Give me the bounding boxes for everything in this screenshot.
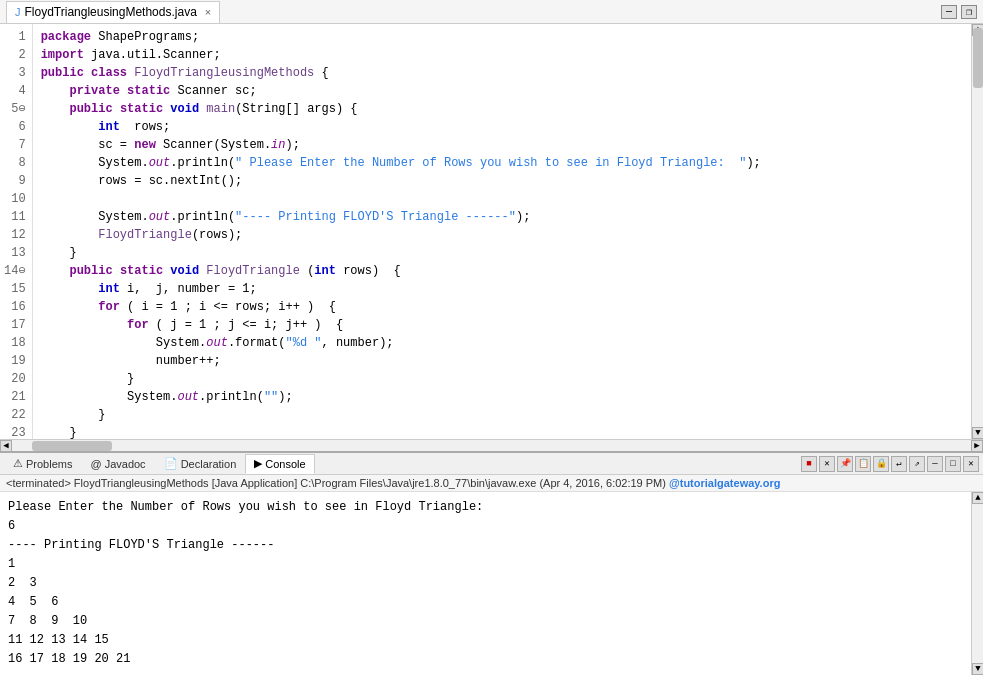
problems-label: Problems <box>26 458 72 470</box>
h-scroll-left-arrow[interactable]: ◀ <box>0 440 12 452</box>
code-content[interactable]: package ShapePrograms; import java.util.… <box>33 24 971 439</box>
console-output: Please Enter the Number of Rows you wish… <box>0 492 971 675</box>
restore-button[interactable]: ❐ <box>961 5 977 19</box>
word-wrap-button[interactable]: ↵ <box>891 456 907 472</box>
h-scroll-right-arrow[interactable]: ▶ <box>971 440 983 452</box>
panel-controls: ■ ✕ 📌 📋 🔒 ↵ ⇗ — □ ✕ <box>801 456 979 472</box>
line-numbers: 1 2 3 4 5⊖ 6 7 8 9 10 11 12 13 14⊖ 15 16… <box>0 24 33 439</box>
tab-problems[interactable]: ⚠ Problems <box>4 454 81 474</box>
declaration-icon: 📄 <box>164 457 178 470</box>
copy-button[interactable]: 📋 <box>855 456 871 472</box>
console-scroll-up-arrow[interactable]: ▲ <box>972 492 983 504</box>
open-console-button[interactable]: ⇗ <box>909 456 925 472</box>
editor-area: 1 2 3 4 5⊖ 6 7 8 9 10 11 12 13 14⊖ 15 16… <box>0 24 983 439</box>
minimize-button[interactable]: — <box>941 5 957 19</box>
clear-button[interactable]: ✕ <box>819 456 835 472</box>
editor-horizontal-scrollbar[interactable]: ◀ ▶ <box>0 439 983 451</box>
bottom-panel: ⚠ Problems @ Javadoc 📄 Declaration ▶ Con… <box>0 451 983 675</box>
panel-maximize-button[interactable]: □ <box>945 456 961 472</box>
console-label: Console <box>265 458 305 470</box>
title-bar: J FloydTriangleusingMethods.java × — ❐ <box>0 0 983 24</box>
scroll-lock-button[interactable]: 🔒 <box>873 456 889 472</box>
declaration-label: Declaration <box>181 458 237 470</box>
scroll-thumb[interactable] <box>973 28 983 88</box>
console-info-bar: <terminated> FloydTriangleusingMethods [… <box>0 475 983 492</box>
editor-tab[interactable]: J FloydTriangleusingMethods.java × <box>6 1 220 23</box>
site-watermark: @tutorialgateway.org <box>669 477 780 489</box>
javadoc-icon: @ <box>90 458 101 470</box>
console-icon: ▶ <box>254 457 262 470</box>
console-output-wrapper: Please Enter the Number of Rows you wish… <box>0 492 983 675</box>
h-scroll-track[interactable] <box>12 441 971 451</box>
tab-close-button[interactable]: × <box>205 6 211 18</box>
h-scroll-thumb[interactable] <box>32 441 112 451</box>
panel-minimize-button[interactable]: — <box>927 456 943 472</box>
panel-close-button[interactable]: ✕ <box>963 456 979 472</box>
console-info-text: <terminated> FloydTriangleusingMethods [… <box>6 477 666 489</box>
terminate-button[interactable]: ■ <box>801 456 817 472</box>
tab-declaration[interactable]: 📄 Declaration <box>155 454 246 474</box>
scroll-down-arrow[interactable]: ▼ <box>972 427 983 439</box>
panel-tabs: ⚠ Problems @ Javadoc 📄 Declaration ▶ Con… <box>0 453 983 475</box>
tab-console[interactable]: ▶ Console <box>245 454 314 474</box>
javadoc-label: Javadoc <box>105 458 146 470</box>
pin-button[interactable]: 📌 <box>837 456 853 472</box>
window-controls: — ❐ <box>941 5 977 19</box>
java-file-icon: J <box>15 6 21 18</box>
tab-javadoc[interactable]: @ Javadoc <box>81 454 154 474</box>
console-scroll-down-arrow[interactable]: ▼ <box>972 663 983 675</box>
console-vertical-scrollbar[interactable]: ▲ ▼ <box>971 492 983 675</box>
tab-label: FloydTriangleusingMethods.java <box>25 5 197 19</box>
editor-vertical-scrollbar[interactable]: ▲ ▼ <box>971 24 983 439</box>
problems-icon: ⚠ <box>13 457 23 470</box>
